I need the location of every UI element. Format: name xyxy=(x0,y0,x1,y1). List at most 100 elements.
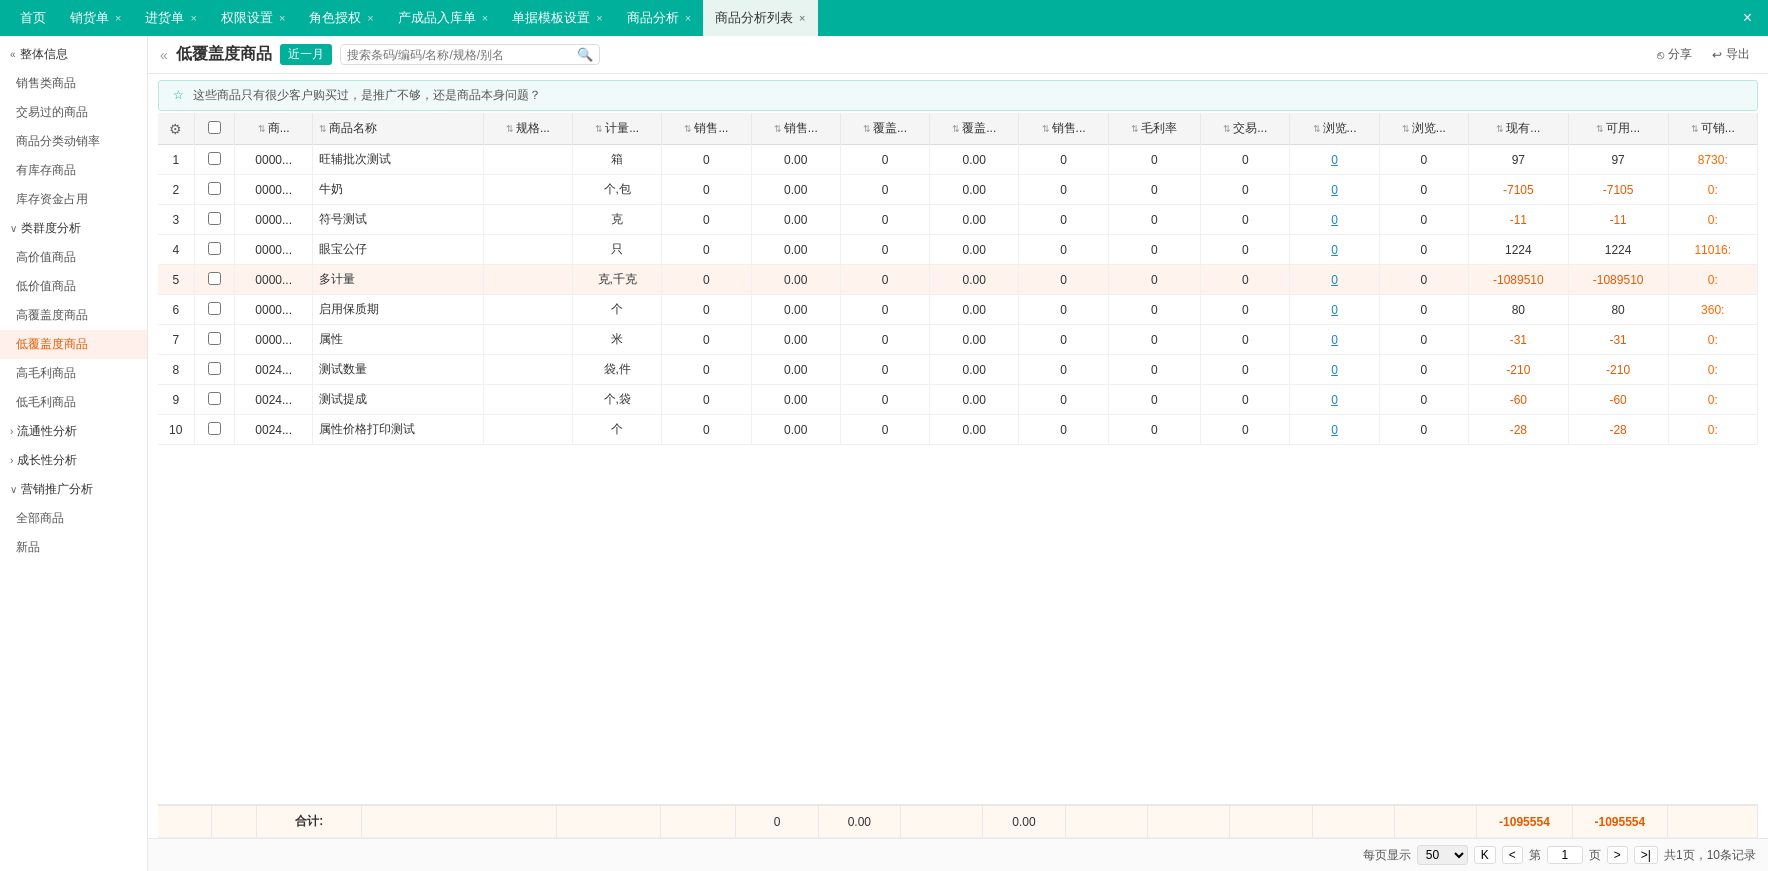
nav-goods-analysis[interactable]: 商品分析 × xyxy=(615,0,703,36)
row-browse1[interactable]: 0 xyxy=(1290,235,1379,265)
row-checkbox[interactable] xyxy=(194,235,235,265)
row-browse1[interactable]: 0 xyxy=(1290,385,1379,415)
row-select-checkbox[interactable] xyxy=(208,272,221,285)
search-box: 🔍 xyxy=(340,44,600,65)
row-checkbox[interactable] xyxy=(194,385,235,415)
sidebar-section-category-analysis[interactable]: ∨ 类群度分析 xyxy=(0,214,147,243)
nav-close-permission[interactable]: × xyxy=(279,12,285,24)
period-button[interactable]: 近一月 xyxy=(280,44,332,65)
first-page-button[interactable]: K xyxy=(1474,846,1496,864)
sidebar-item-low-margin[interactable]: 低毛利商品 xyxy=(0,388,147,417)
col-current-header[interactable]: ⇅现有... xyxy=(1468,113,1568,145)
nav-close-product-stock[interactable]: × xyxy=(482,12,488,24)
row-browse1[interactable]: 0 xyxy=(1290,325,1379,355)
sidebar-item-low-coverage[interactable]: 低覆盖度商品 xyxy=(0,330,147,359)
row-browse1[interactable]: 0 xyxy=(1290,145,1379,175)
row-browse1[interactable]: 0 xyxy=(1290,265,1379,295)
nav-close-purchase[interactable]: × xyxy=(190,12,196,24)
sidebar-item-traded-goods[interactable]: 交易过的商品 xyxy=(0,98,147,127)
sidebar-item-high-value[interactable]: 高价值商品 xyxy=(0,243,147,272)
row-select-checkbox[interactable] xyxy=(208,392,221,405)
row-select-checkbox[interactable] xyxy=(208,332,221,345)
sidebar-section-flow[interactable]: › 流通性分析 xyxy=(0,417,147,446)
nav-product-stock[interactable]: 产成品入库单 × xyxy=(386,0,500,36)
nav-goods-analysis-list[interactable]: 商品分析列表 × xyxy=(703,0,817,36)
row-unit: 个 xyxy=(573,295,662,325)
select-all-checkbox[interactable] xyxy=(208,121,221,134)
row-browse1[interactable]: 0 xyxy=(1290,355,1379,385)
row-select-checkbox[interactable] xyxy=(208,302,221,315)
sidebar-item-stock-capital[interactable]: 库存资金占用 xyxy=(0,185,147,214)
col-browse2-header[interactable]: ⇅浏览... xyxy=(1379,113,1468,145)
row-browse1[interactable]: 0 xyxy=(1290,175,1379,205)
col-unit-header[interactable]: ⇅计量... xyxy=(573,113,662,145)
nav-role[interactable]: 角色授权 × xyxy=(297,0,385,36)
nav-permission[interactable]: 权限设置 × xyxy=(209,0,297,36)
col-settings[interactable]: ⚙ xyxy=(158,113,194,145)
sidebar-item-all-goods[interactable]: 全部商品 xyxy=(0,504,147,533)
col-cov1-header[interactable]: ⇅覆盖... xyxy=(840,113,929,145)
col-sales-qty-header[interactable]: ⇅销售... xyxy=(662,113,751,145)
col-browse1-header[interactable]: ⇅浏览... xyxy=(1290,113,1379,145)
col-sales-amt-header[interactable]: ⇅销售... xyxy=(751,113,840,145)
sidebar-section-overall[interactable]: « 整体信息 xyxy=(0,40,147,69)
row-select-checkbox[interactable] xyxy=(208,212,221,225)
page-input[interactable] xyxy=(1547,846,1583,864)
nav-sales[interactable]: 销货单 × xyxy=(58,0,133,36)
sidebar-item-low-value[interactable]: 低价值商品 xyxy=(0,272,147,301)
col-sales3-header[interactable]: ⇅销售... xyxy=(1019,113,1108,145)
last-page-button[interactable]: >| xyxy=(1634,846,1658,864)
sidebar-section-marketing[interactable]: ∨ 营销推广分析 xyxy=(0,475,147,504)
nav-close-template[interactable]: × xyxy=(596,12,602,24)
export-button[interactable]: ↩ 导出 xyxy=(1706,44,1756,65)
prev-page-button[interactable]: < xyxy=(1502,846,1523,864)
sidebar-collapse-button[interactable]: « xyxy=(160,47,168,63)
col-code-header[interactable]: ⇅商... xyxy=(235,113,313,145)
col-trans-header[interactable]: ⇅交易... xyxy=(1201,113,1290,145)
search-input[interactable] xyxy=(347,48,577,62)
row-browse1[interactable]: 0 xyxy=(1290,205,1379,235)
row-saleable: 11016: xyxy=(1668,235,1757,265)
row-checkbox[interactable] xyxy=(194,175,235,205)
nav-close-role[interactable]: × xyxy=(367,12,373,24)
row-checkbox[interactable] xyxy=(194,265,235,295)
row-sales-amt: 0.00 xyxy=(751,325,840,355)
page-size-select[interactable]: 50 10 20 100 xyxy=(1417,845,1468,865)
row-name: 测试数量 xyxy=(313,355,484,385)
sidebar-item-new-goods[interactable]: 新品 xyxy=(0,533,147,562)
row-checkbox[interactable] xyxy=(194,295,235,325)
next-page-button[interactable]: > xyxy=(1607,846,1628,864)
nav-purchase[interactable]: 进货单 × xyxy=(133,0,208,36)
nav-template[interactable]: 单据模板设置 × xyxy=(500,0,614,36)
nav-close-goods-analysis[interactable]: × xyxy=(685,12,691,24)
sidebar-item-sales-goods[interactable]: 销售类商品 xyxy=(0,69,147,98)
row-checkbox[interactable] xyxy=(194,145,235,175)
row-select-checkbox[interactable] xyxy=(208,242,221,255)
row-checkbox[interactable] xyxy=(194,205,235,235)
row-checkbox[interactable] xyxy=(194,415,235,445)
row-select-checkbox[interactable] xyxy=(208,152,221,165)
row-checkbox[interactable] xyxy=(194,325,235,355)
share-button[interactable]: ⎋ 分享 xyxy=(1651,44,1698,65)
row-browse1[interactable]: 0 xyxy=(1290,295,1379,325)
nav-close-sales[interactable]: × xyxy=(115,12,121,24)
nav-close-goods-analysis-list[interactable]: × xyxy=(799,12,805,24)
sidebar-item-in-stock[interactable]: 有库存商品 xyxy=(0,156,147,185)
sidebar-item-category-rate[interactable]: 商品分类动销率 xyxy=(0,127,147,156)
col-saleable-header[interactable]: ⇅可销... xyxy=(1668,113,1757,145)
sidebar-section-growth[interactable]: › 成长性分析 xyxy=(0,446,147,475)
sidebar-item-high-coverage[interactable]: 高覆盖度商品 xyxy=(0,301,147,330)
row-select-checkbox[interactable] xyxy=(208,362,221,375)
row-checkbox[interactable] xyxy=(194,355,235,385)
row-browse1[interactable]: 0 xyxy=(1290,415,1379,445)
col-usable-header[interactable]: ⇅可用... xyxy=(1568,113,1668,145)
col-gross-header[interactable]: ⇅毛利率 xyxy=(1108,113,1200,145)
col-spec-header[interactable]: ⇅规格... xyxy=(483,113,572,145)
row-select-checkbox[interactable] xyxy=(208,422,221,435)
row-select-checkbox[interactable] xyxy=(208,182,221,195)
col-name-header[interactable]: ⇅商品名称 xyxy=(313,113,484,145)
app-close-button[interactable]: × xyxy=(1735,9,1760,27)
col-cov2-header[interactable]: ⇅覆盖... xyxy=(930,113,1019,145)
nav-home[interactable]: 首页 xyxy=(8,0,58,36)
sidebar-item-high-margin[interactable]: 高毛利商品 xyxy=(0,359,147,388)
